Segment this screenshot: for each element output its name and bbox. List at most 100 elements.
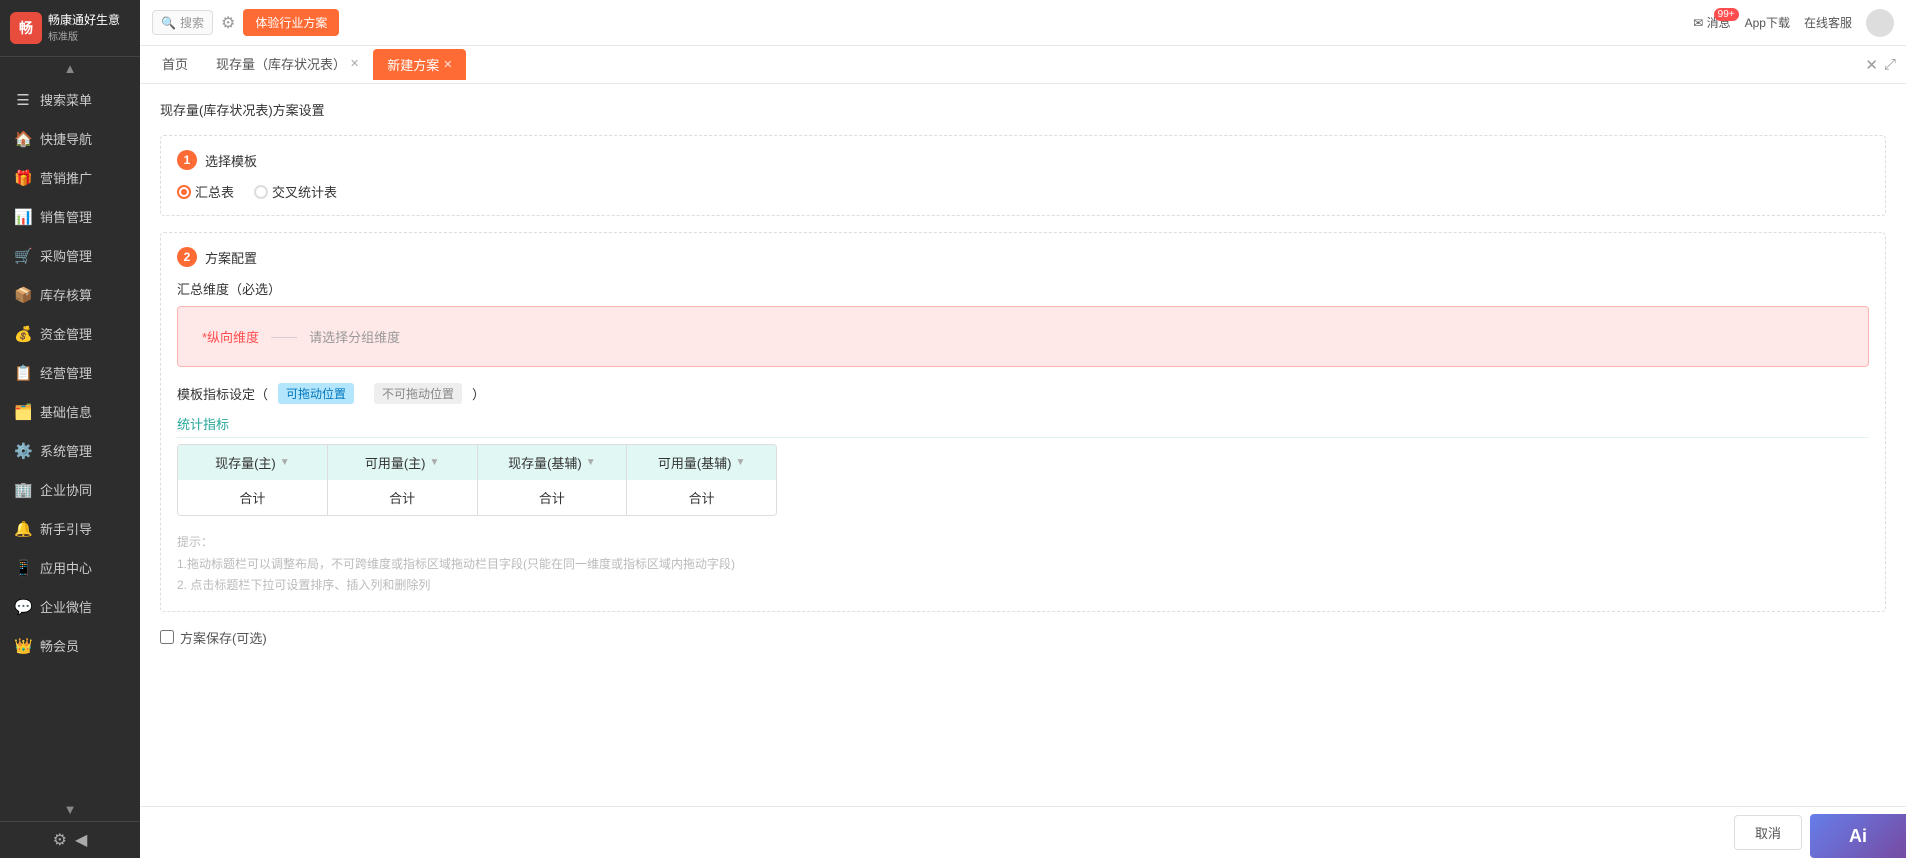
collapse-button[interactable]: ◀ — [75, 830, 87, 850]
chat-icon: 💬 — [14, 598, 32, 616]
fixed-tag: 不可拖动位置 — [374, 383, 462, 404]
logo-icon: 畅 — [10, 12, 42, 44]
col-label-2: 现存量(基辅) — [508, 453, 582, 472]
sidebar-item-wechat[interactable]: 💬 企业微信 — [0, 587, 140, 626]
cancel-button[interactable]: 取消 — [1734, 815, 1802, 850]
mobile-icon: 📱 — [14, 559, 32, 577]
sidebar-item-label: 搜索菜单 — [40, 90, 92, 109]
sidebar-item-label: 系统管理 — [40, 441, 92, 460]
sidebar-item-label: 采购管理 — [40, 246, 92, 265]
tab-home[interactable]: 首页 — [148, 48, 202, 81]
scroll-down-arrow[interactable]: ▼ — [0, 798, 140, 821]
settings-gear-icon[interactable]: ⚙ — [221, 13, 235, 33]
dimension-area[interactable]: *纵向维度 —— 请选择分组维度 — [177, 306, 1869, 367]
gear-icon: ⚙️ — [14, 442, 32, 460]
tab-inventory-status[interactable]: 现存量（库存状况表） ✕ — [202, 48, 373, 81]
app-name: 畅康通好生意 — [48, 13, 120, 29]
tip-2: 2. 点击标题栏下拉可设置排序、插入列和删除列 — [177, 575, 1869, 597]
crown-icon: 👑 — [14, 637, 32, 655]
sidebar-item-system[interactable]: ⚙️ 系统管理 — [0, 431, 140, 470]
search-menu-icon: ☰ — [14, 91, 32, 109]
section-2-num: 2 — [177, 247, 197, 267]
sidebar-item-inventory[interactable]: 📦 库存核算 — [0, 275, 140, 314]
section-1-num: 1 — [177, 150, 197, 170]
scroll-up-arrow[interactable]: ▲ — [0, 57, 140, 80]
radio-crosstab[interactable]: 交叉统计表 — [254, 182, 337, 201]
sidebar-item-search-menu[interactable]: ☰ 搜索菜单 — [0, 80, 140, 119]
money-icon: 💰 — [14, 325, 32, 343]
save-option-row: 方案保存(可选) — [160, 628, 1886, 647]
cell-3: 合计 — [627, 480, 776, 515]
sidebar-item-sales[interactable]: 📊 销售管理 — [0, 197, 140, 236]
sidebar-item-quick-nav[interactable]: 🏠 快捷导航 — [0, 119, 140, 158]
radio-summary-circle — [177, 185, 191, 199]
col-header-2[interactable]: 现存量(基辅) ▼ — [478, 445, 628, 480]
online-service-link[interactable]: 在线客服 — [1804, 14, 1852, 31]
radio-crosstab-circle — [254, 185, 268, 199]
col-header-0[interactable]: 现存量(主) ▼ — [178, 445, 328, 480]
search-box[interactable]: 🔍 搜索 — [152, 10, 213, 35]
tab-expand-icon[interactable]: ⤢ — [1884, 56, 1896, 73]
message-count-badge: 99+ — [1714, 8, 1739, 21]
sidebar-bottom: ⚙ ◀ — [0, 821, 140, 858]
col-label-1: 可用量(主) — [365, 453, 426, 472]
sidebar-item-vip[interactable]: 👑 畅会员 — [0, 626, 140, 665]
ai-label: Ai — [1849, 826, 1867, 847]
sidebar-item-finance[interactable]: 💰 资金管理 — [0, 314, 140, 353]
sidebar-item-app-center[interactable]: 📱 应用中心 — [0, 548, 140, 587]
message-badge-wrap[interactable]: ✉ 消息 99+ — [1693, 14, 1730, 31]
footer: 取消 查询 — [140, 806, 1906, 858]
sidebar-item-label: 应用中心 — [40, 558, 92, 577]
section-template-title: 选择模板 — [205, 151, 257, 170]
sidebar-item-new-guide[interactable]: 🔔 新手引导 — [0, 509, 140, 548]
col-label-0: 现存量(主) — [215, 453, 276, 472]
tab-close-all-icon[interactable]: ✕ — [1865, 56, 1878, 74]
template-radio-group: 汇总表 交叉统计表 — [177, 182, 1869, 201]
tabbar: 首页 现存量（库存状况表） ✕ 新建方案 ✕ ✕ ⤢ — [140, 46, 1906, 84]
chart-icon: 📊 — [14, 208, 32, 226]
ai-badge[interactable]: Ai — [1810, 814, 1906, 858]
building-icon: 🏢 — [14, 481, 32, 499]
chevron-down-icon-1: ▼ — [430, 457, 440, 468]
industry-plan-button[interactable]: 体验行业方案 — [243, 9, 339, 36]
content-area: 现存量(库存状况表)方案设置 1 选择模板 汇总表 交叉统计表 — [140, 84, 1906, 806]
save-checkbox[interactable] — [160, 630, 174, 644]
gift-icon: 🎁 — [14, 169, 32, 187]
col-label-3: 可用量(基辅) — [658, 453, 732, 472]
sidebar-item-basic-info[interactable]: 🗂️ 基础信息 — [0, 392, 140, 431]
sidebar-item-corp[interactable]: 🏢 企业协同 — [0, 470, 140, 509]
logo-text-wrap: 畅康通好生意 标准版 — [48, 13, 120, 44]
sidebar-item-marketing[interactable]: 🎁 营销推广 — [0, 158, 140, 197]
tips-area: 提示： 1.拖动标题栏可以调整布局，不可跨维度或指标区域拖动栏目字段(只能在同一… — [177, 532, 1869, 597]
chevron-down-icon-0: ▼ — [280, 457, 290, 468]
sidebar-item-label: 资金管理 — [40, 324, 92, 343]
section-config-title: 方案配置 — [205, 248, 257, 267]
page-title: 现存量(库存状况表)方案设置 — [160, 100, 1886, 119]
stats-section-title: 统计指标 — [177, 414, 1869, 438]
movable-tag: 可拖动位置 — [278, 383, 354, 404]
sidebar-item-label: 企业协同 — [40, 480, 92, 499]
cell-1: 合计 — [328, 480, 478, 515]
home-icon: 🏠 — [14, 130, 32, 148]
sidebar-item-operations[interactable]: 📋 经营管理 — [0, 353, 140, 392]
section-config: 2 方案配置 汇总维度（必选） *纵向维度 —— 请选择分组维度 模板指标设定（… — [160, 232, 1886, 612]
section-template: 1 选择模板 汇总表 交叉统计表 — [160, 135, 1886, 216]
tab-new-plan-label: 新建方案 — [387, 55, 439, 74]
radio-summary[interactable]: 汇总表 — [177, 182, 234, 201]
tab-inventory-close-icon[interactable]: ✕ — [350, 57, 359, 70]
box-icon: 📦 — [14, 286, 32, 304]
sidebar-item-label: 企业微信 — [40, 597, 92, 616]
app-download-link[interactable]: App下载 — [1745, 14, 1790, 31]
tip-prefix: 提示： — [177, 532, 1869, 554]
sidebar-item-label: 库存核算 — [40, 285, 92, 304]
cart-icon: 🛒 — [14, 247, 32, 265]
user-avatar[interactable] — [1866, 9, 1894, 37]
col-header-3[interactable]: 可用量(基辅) ▼ — [627, 445, 776, 480]
tab-new-plan-close-icon[interactable]: ✕ — [443, 58, 452, 71]
tab-new-plan[interactable]: 新建方案 ✕ — [373, 49, 466, 80]
settings-button[interactable]: ⚙ — [53, 830, 67, 850]
sidebar-item-purchase[interactable]: 🛒 采购管理 — [0, 236, 140, 275]
sidebar-item-label: 营销推广 — [40, 168, 92, 187]
col-header-1[interactable]: 可用量(主) ▼ — [328, 445, 478, 480]
sidebar-item-label: 销售管理 — [40, 207, 92, 226]
